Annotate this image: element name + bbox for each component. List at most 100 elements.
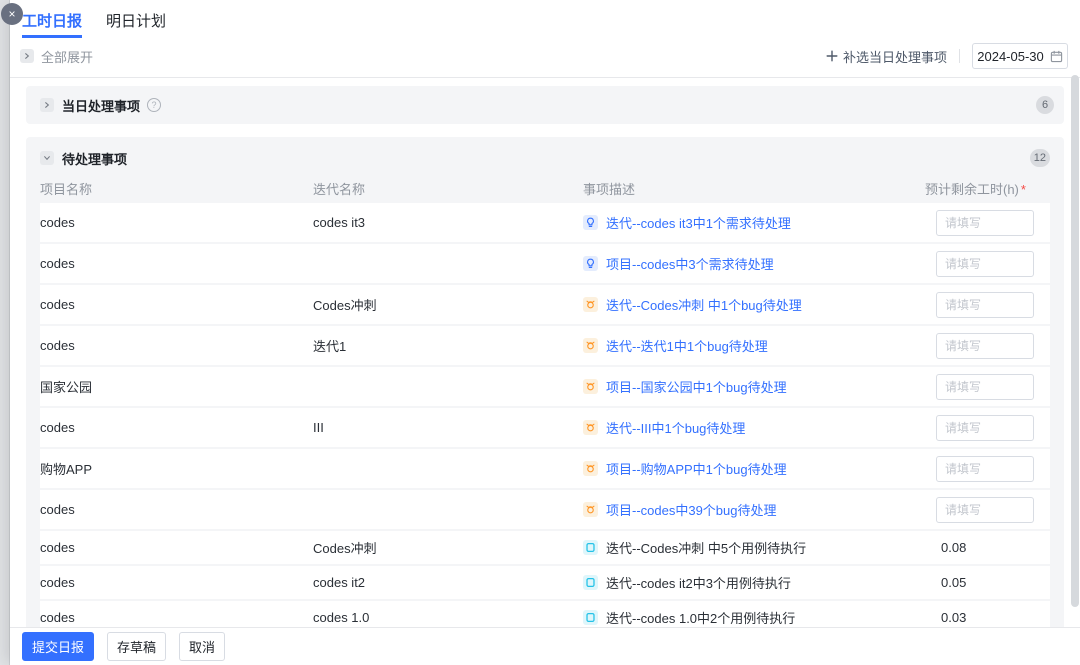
item-description-link[interactable]: 项目--codes中3个需求待处理: [606, 254, 774, 273]
remaining-hours-input[interactable]: [936, 209, 1034, 236]
iteration-name: Codes冲刺: [313, 541, 377, 556]
iteration-name: codes it2: [313, 575, 366, 590]
table-header: 项目名称 迭代名称 事项描述 预计剩余工时(h) *: [40, 173, 1050, 203]
iteration-name: 迭代1: [313, 339, 347, 354]
table-row: 购物APP 项目--购物APP中1个bug待处理: [40, 449, 1050, 488]
project-name: codes: [40, 297, 75, 312]
bug-icon: [583, 502, 598, 517]
bug-icon: [583, 379, 598, 394]
item-description-link[interactable]: 迭代--codes 1.0中2个用例待执行: [606, 608, 795, 627]
project-name: codes: [40, 338, 75, 353]
requirement-icon: [583, 215, 598, 230]
tab-bar: 工时日报 明日计划: [10, 0, 1080, 38]
remaining-hours-input[interactable]: [936, 414, 1034, 441]
hours-cell: [919, 414, 1050, 441]
item-description-link[interactable]: 项目--codes中39个bug待处理: [606, 500, 777, 519]
toolbar: 全部展开 补选当日处理事项 2024-05-30: [20, 40, 1068, 72]
project-name: codes: [40, 256, 75, 271]
expand-all-label: 全部展开: [41, 49, 94, 65]
testcase-icon: [583, 575, 598, 590]
requirement-icon: [583, 256, 598, 271]
tab-daily-report[interactable]: 工时日报: [22, 10, 83, 38]
remaining-hours-value: 0.08: [941, 540, 967, 555]
remaining-hours-value: 0.05: [941, 575, 967, 590]
item-description-link[interactable]: 项目--国家公园中1个bug待处理: [606, 377, 787, 396]
remaining-hours-input[interactable]: [936, 455, 1034, 482]
close-button[interactable]: ×: [1, 3, 23, 25]
iteration-name: codes it3: [313, 215, 366, 230]
section-today-title: 当日处理事项: [62, 98, 141, 114]
submit-report-button[interactable]: 提交日报: [22, 632, 95, 661]
pending-count-badge: 12: [1029, 149, 1050, 167]
remaining-hours-input[interactable]: [936, 373, 1034, 400]
add-today-item-label: 补选当日处理事项: [842, 49, 947, 65]
project-name: 购物APP: [40, 462, 93, 477]
vertical-scrollbar-thumb[interactable]: [1071, 75, 1079, 607]
project-name: codes: [40, 502, 75, 517]
item-description-link[interactable]: 迭代--codes it2中3个用例待执行: [606, 573, 791, 592]
iteration-name: Codes冲刺: [313, 298, 377, 313]
project-name: codes: [40, 575, 75, 590]
required-asterisk: *: [1020, 181, 1026, 197]
column-header-project: 项目名称: [40, 181, 93, 197]
section-pending-items: 待处理事项 12 项目名称 迭代名称 事项描述 预计剩余工时(h) * codes…: [26, 137, 1064, 634]
tab-tomorrow-plan[interactable]: 明日计划: [106, 10, 166, 38]
expand-all-button[interactable]: 全部展开: [20, 47, 93, 66]
remaining-hours-input[interactable]: [936, 332, 1034, 359]
help-icon[interactable]: ?: [147, 98, 162, 112]
table-row: 国家公园 项目--国家公园中1个bug待处理: [40, 367, 1050, 406]
plus-icon: [826, 50, 838, 62]
project-name: 国家公园: [40, 380, 93, 395]
table-row: codes Codes冲刺 迭代--Codes冲刺 中5个用例待执行 0.08: [40, 531, 1050, 564]
column-header-hours: 预计剩余工时(h) *: [925, 181, 1026, 197]
add-today-item-button[interactable]: 补选当日处理事项: [826, 47, 947, 66]
remaining-hours-input[interactable]: [936, 496, 1034, 523]
bug-icon: [583, 297, 598, 312]
today-count-badge: 6: [1036, 96, 1054, 114]
hours-cell: [919, 250, 1050, 277]
item-description-link[interactable]: 项目--购物APP中1个bug待处理: [606, 459, 787, 478]
iteration-name: III: [313, 420, 324, 435]
calendar-icon: [1050, 50, 1063, 63]
hours-cell: 0.05: [919, 575, 1050, 590]
project-name: codes: [40, 420, 75, 435]
hours-cell: [919, 332, 1050, 359]
chevron-right-icon: [40, 98, 54, 112]
hours-cell: [919, 455, 1050, 482]
item-description-link[interactable]: 迭代--迭代1中1个bug待处理: [606, 336, 768, 355]
table-row: codes 项目--codes中39个bug待处理: [40, 490, 1050, 529]
section-today-items[interactable]: 当日处理事项 ? 6: [26, 86, 1064, 124]
item-description-link[interactable]: 迭代--Codes冲刺 中1个bug待处理: [606, 295, 802, 314]
cancel-button[interactable]: 取消: [179, 632, 226, 661]
page-backdrop: [0, 0, 10, 665]
remaining-hours-input[interactable]: [936, 291, 1034, 318]
bug-icon: [583, 338, 598, 353]
hours-cell: [919, 496, 1050, 523]
remaining-hours-value: 0.03: [941, 610, 967, 625]
bug-icon: [583, 461, 598, 476]
table-row: codes 项目--codes中3个需求待处理: [40, 244, 1050, 283]
hours-cell: 0.03: [919, 610, 1050, 625]
date-picker[interactable]: 2024-05-30: [972, 43, 1068, 69]
testcase-icon: [583, 540, 598, 555]
item-description-link[interactable]: 迭代--Codes冲刺 中5个用例待执行: [606, 538, 806, 557]
section-pending-header[interactable]: 待处理事项 12: [40, 137, 1050, 173]
item-description-link[interactable]: 迭代--codes it3中1个需求待处理: [606, 213, 791, 232]
daily-report-drawer: × 工时日报 明日计划 全部展开 补选当日处理事项 2024-05-30 当日处…: [1, 0, 1080, 665]
hours-cell: [919, 373, 1050, 400]
table-row: codes Codes冲刺 迭代--Codes冲刺 中1个bug待处理: [40, 285, 1050, 324]
remaining-hours-input[interactable]: [936, 250, 1034, 277]
toolbar-divider: [959, 49, 960, 63]
footer-actions: 提交日报 存草稿 取消: [10, 627, 1080, 665]
item-description-link[interactable]: 迭代--III中1个bug待处理: [606, 418, 745, 437]
save-draft-button[interactable]: 存草稿: [107, 632, 167, 661]
iteration-name: codes 1.0: [313, 610, 370, 625]
hours-cell: 0.08: [919, 540, 1050, 555]
chevron-right-icon: [20, 49, 34, 63]
table-row: codes III 迭代--III中1个bug待处理: [40, 408, 1050, 447]
close-icon: ×: [8, 7, 16, 21]
chevron-down-icon: [40, 151, 54, 165]
date-value: 2024-05-30: [977, 48, 1044, 64]
project-name: codes: [40, 215, 75, 230]
toolbar-divider-line: [10, 77, 1080, 78]
